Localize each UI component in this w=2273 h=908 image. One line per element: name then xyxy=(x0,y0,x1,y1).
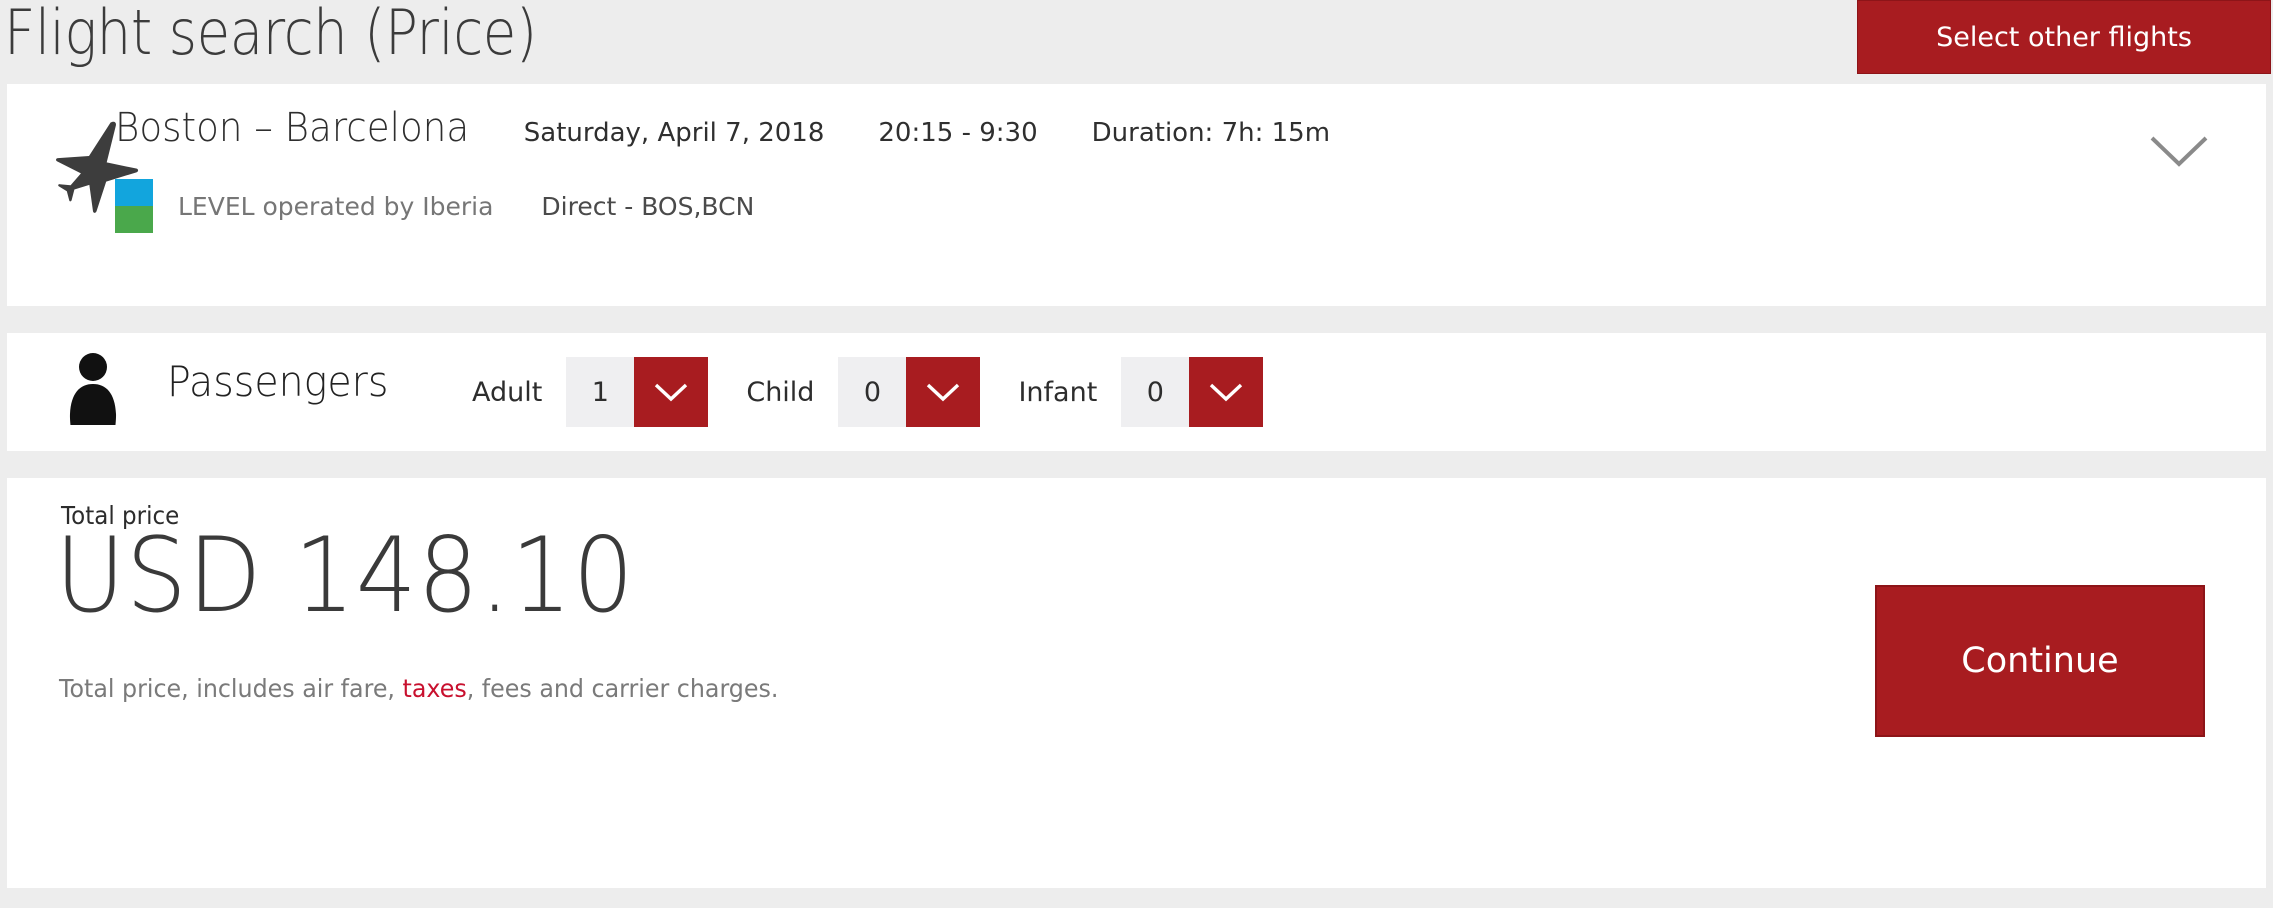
person-icon xyxy=(69,353,117,425)
child-value[interactable]: 0 xyxy=(838,357,907,427)
level-airline-logo xyxy=(115,179,153,233)
passengers-card: Passengers Adult 1 Child 0 Infant 0 xyxy=(7,333,2266,451)
infant-select[interactable]: 0 xyxy=(1121,357,1264,427)
chevron-down-icon[interactable] xyxy=(2148,132,2210,170)
price-disclaimer: Total price, includes air fare, taxes, f… xyxy=(59,674,778,703)
total-price-inner: Total price USD 148.10 Total price, incl… xyxy=(7,478,2266,888)
child-label: Child xyxy=(746,376,815,408)
price-disclaimer-before: Total price, includes air fare, xyxy=(59,674,403,703)
flight-operator: LEVEL operated by Iberia xyxy=(178,191,494,221)
select-other-flights-button[interactable]: Select other flights xyxy=(1857,0,2271,74)
page-header: Flight search (Price) Select other fligh… xyxy=(0,0,2273,78)
infant-label: Infant xyxy=(1018,376,1098,408)
flight-duration: Duration: 7h: 15m xyxy=(1091,118,1331,148)
chevron-down-icon xyxy=(927,383,960,402)
flight-route: Boston – Barcelona xyxy=(115,105,470,151)
continue-button[interactable]: Continue xyxy=(1875,585,2205,737)
flight-summary-card[interactable]: Boston – Barcelona Saturday, April 7, 20… xyxy=(7,84,2266,306)
adult-dropdown-button[interactable] xyxy=(634,357,709,427)
chevron-down-icon xyxy=(655,383,688,402)
flight-main-line: Boston – Barcelona Saturday, April 7, 20… xyxy=(115,105,1384,151)
adult-value[interactable]: 1 xyxy=(566,357,635,427)
infant-value[interactable]: 0 xyxy=(1121,357,1190,427)
passengers-title: Passengers xyxy=(167,357,389,406)
page-title: Flight search (Price) xyxy=(4,0,537,69)
flight-times: 20:15 - 9:30 xyxy=(878,118,1038,148)
flight-summary-inner: Boston – Barcelona Saturday, April 7, 20… xyxy=(7,84,2266,306)
adult-label: Adult xyxy=(472,376,543,408)
adult-select[interactable]: 1 xyxy=(566,357,709,427)
flight-stops: Direct - BOS,BCN xyxy=(541,191,755,221)
child-stepper: Child 0 xyxy=(746,357,981,427)
child-dropdown-button[interactable] xyxy=(906,357,981,427)
passenger-steppers: Adult 1 Child 0 Infant 0 xyxy=(472,348,1301,436)
passengers-inner: Passengers Adult 1 Child 0 Infant 0 xyxy=(7,333,2266,451)
price-disclaimer-after: , fees and carrier charges. xyxy=(466,674,779,703)
taxes-link[interactable]: taxes xyxy=(403,674,467,703)
infant-dropdown-button[interactable] xyxy=(1189,357,1264,427)
infant-stepper: Infant 0 xyxy=(1018,357,1264,427)
child-select[interactable]: 0 xyxy=(838,357,981,427)
total-price-amount: USD 148.10 xyxy=(55,516,635,636)
flight-date: Saturday, April 7, 2018 xyxy=(523,118,825,148)
total-price-card: Total price USD 148.10 Total price, incl… xyxy=(7,478,2266,888)
adult-stepper: Adult 1 xyxy=(472,357,709,427)
chevron-down-icon xyxy=(1210,383,1243,402)
flight-sub-line: LEVEL operated by Iberia Direct - BOS,BC… xyxy=(115,179,754,233)
